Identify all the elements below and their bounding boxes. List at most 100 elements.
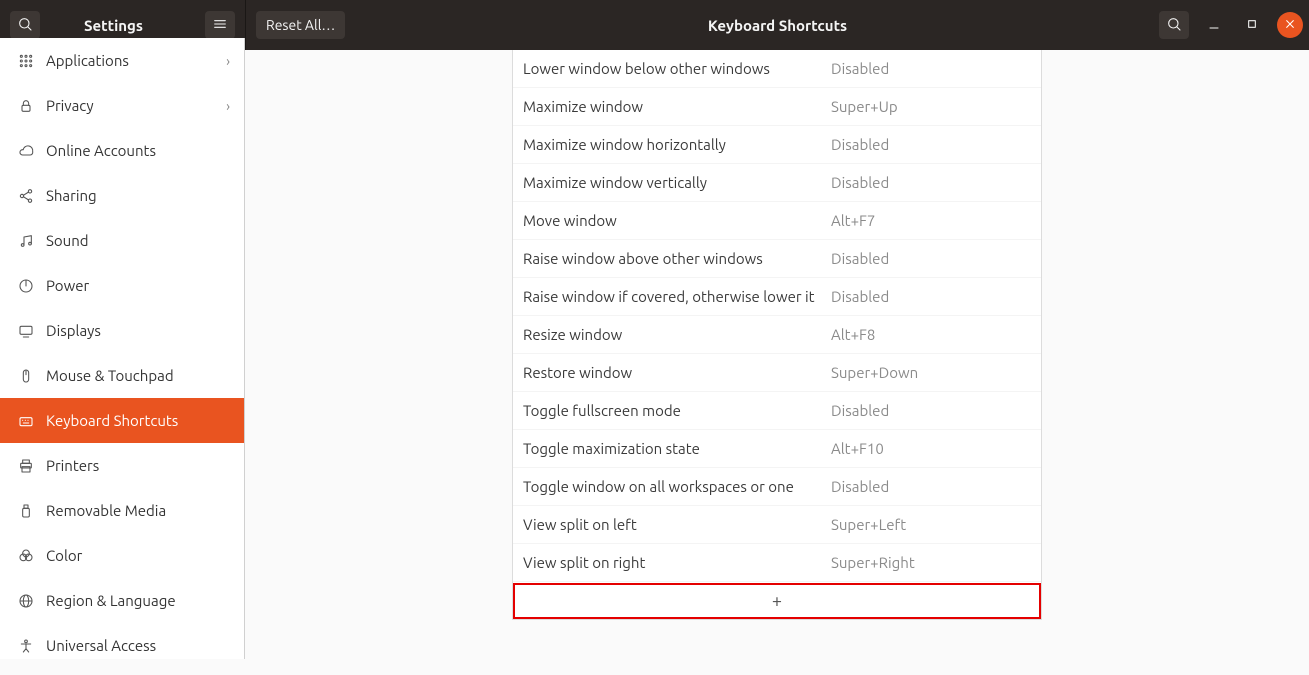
content-area: Lower window below other windowsDisabled… [245, 50, 1309, 659]
shortcut-keys: Alt+F7 [831, 212, 875, 229]
shortcut-name: Raise window if covered, otherwise lower… [523, 288, 831, 305]
page-title: Keyboard Shortcuts [708, 17, 847, 34]
shortcut-keys: Disabled [831, 402, 889, 419]
shortcut-row[interactable]: Resize windowAlt+F8 [513, 316, 1041, 354]
shortcut-keys: Super+Left [831, 516, 906, 533]
shortcut-name: Resize window [523, 326, 831, 343]
sidebar-item-online-accounts[interactable]: Online Accounts [0, 128, 244, 173]
sidebar-item-privacy[interactable]: Privacy › [0, 83, 244, 128]
shortcuts-panel: Lower window below other windowsDisabled… [512, 50, 1042, 620]
sidebar-item-power[interactable]: Power [0, 263, 244, 308]
sidebar-item-label: Keyboard Shortcuts [46, 412, 178, 429]
shortcut-name: View split on right [523, 554, 831, 571]
shortcut-row[interactable]: Restore windowSuper+Down [513, 354, 1041, 392]
sidebar-item-applications[interactable]: Applications› [0, 38, 244, 83]
sidebar-item-label: Privacy [46, 97, 94, 114]
sidebar-item-label: Universal Access [46, 637, 156, 654]
reset-all-label: Reset All… [266, 17, 335, 33]
search-icon [1166, 16, 1182, 35]
sidebar-item-label: Sound [46, 232, 89, 249]
power-icon [16, 278, 36, 294]
shortcut-row[interactable]: Lower window below other windowsDisabled [513, 50, 1041, 88]
sidebar-item-region-language[interactable]: Region & Language [0, 578, 244, 623]
color-icon [16, 548, 36, 564]
shortcut-keys: Disabled [831, 60, 889, 77]
shortcut-name: View split on left [523, 516, 831, 533]
sidebar-item-printers[interactable]: Printers [0, 443, 244, 488]
sidebar-item-label: Printers [46, 457, 99, 474]
usb-icon [16, 503, 36, 519]
access-icon [16, 638, 36, 654]
plus-icon: + [772, 591, 782, 611]
minimize-icon [1206, 16, 1222, 35]
shortcut-keys: Alt+F10 [831, 440, 884, 457]
globe-icon [16, 593, 36, 609]
shortcut-row[interactable]: Toggle window on all workspaces or oneDi… [513, 468, 1041, 506]
sidebar-item-mouse-touchpad[interactable]: Mouse & Touchpad [0, 353, 244, 398]
sidebar: Applications› Privacy › Online Accounts Shar… [0, 38, 245, 659]
sidebar-item-displays[interactable]: Displays [0, 308, 244, 353]
hamburger-icon [212, 16, 228, 35]
close-icon [1282, 16, 1298, 35]
hamburger-menu-button[interactable] [205, 11, 235, 39]
display-icon [16, 323, 36, 339]
sidebar-item-label: Sharing [46, 187, 97, 204]
search-button-right[interactable] [1159, 11, 1189, 39]
shortcut-name: Maximize window vertically [523, 174, 831, 191]
sidebar-item-label: Mouse & Touchpad [46, 367, 174, 384]
maximize-button[interactable] [1239, 12, 1265, 38]
shortcut-row[interactable]: Maximize windowSuper+Up [513, 88, 1041, 126]
shortcut-keys: Disabled [831, 250, 889, 267]
cloud-icon [16, 143, 36, 159]
settings-title: Settings [84, 17, 143, 34]
shortcut-row[interactable]: Move windowAlt+F7 [513, 202, 1041, 240]
shortcut-keys: Disabled [831, 136, 889, 153]
shortcut-name: Maximize window [523, 98, 831, 115]
shortcut-keys: Disabled [831, 288, 889, 305]
shortcut-row[interactable]: Maximize window verticallyDisabled [513, 164, 1041, 202]
shortcut-keys: Disabled [831, 478, 889, 495]
shortcut-row[interactable]: Raise window if covered, otherwise lower… [513, 278, 1041, 316]
shortcut-keys: Super+Up [831, 98, 898, 115]
sidebar-item-label: Region & Language [46, 592, 176, 609]
sidebar-item-keyboard-shortcuts[interactable]: Keyboard Shortcuts [0, 398, 244, 443]
add-shortcut-button[interactable]: + [513, 583, 1041, 619]
sidebar-item-label: Color [46, 547, 82, 564]
shortcut-name: Restore window [523, 364, 831, 381]
sidebar-item-sharing[interactable]: Sharing [0, 173, 244, 218]
lock-icon [16, 98, 36, 114]
sidebar-item-label: Power [46, 277, 89, 294]
sidebar-item-label: Applications [46, 52, 129, 69]
maximize-icon [1244, 16, 1260, 35]
shortcut-keys: Super+Right [831, 554, 915, 571]
chevron-right-icon: › [226, 98, 230, 114]
sidebar-item-label: Removable Media [46, 502, 166, 519]
shortcut-name: Move window [523, 212, 831, 229]
shortcut-name: Lower window below other windows [523, 60, 831, 77]
shortcut-row[interactable]: Maximize window horizontallyDisabled [513, 126, 1041, 164]
shortcut-name: Maximize window horizontally [523, 136, 831, 153]
shortcut-keys: Super+Down [831, 364, 918, 381]
minimize-button[interactable] [1201, 12, 1227, 38]
shortcut-row[interactable]: View split on leftSuper+Left [513, 506, 1041, 544]
shortcut-row[interactable]: View split on rightSuper+Right [513, 544, 1041, 582]
sidebar-item-universal-access[interactable]: Universal Access [0, 623, 244, 659]
search-button-left[interactable] [10, 11, 40, 39]
sidebar-item-color[interactable]: Color [0, 533, 244, 578]
search-icon [17, 16, 33, 35]
shortcut-name: Raise window above other windows [523, 250, 831, 267]
shortcut-row[interactable]: Toggle fullscreen modeDisabled [513, 392, 1041, 430]
shortcut-row[interactable]: Toggle maximization stateAlt+F10 [513, 430, 1041, 468]
main-area: Applications ›Privacy ›Online Accounts Shar… [0, 50, 1309, 659]
shortcut-name: Toggle window on all workspaces or one [523, 478, 831, 495]
shortcut-name: Toggle fullscreen mode [523, 402, 831, 419]
shortcut-row[interactable]: Raise window above other windowsDisabled [513, 240, 1041, 278]
sidebar-item-removable-media[interactable]: Removable Media [0, 488, 244, 533]
reset-all-button[interactable]: Reset All… [256, 11, 345, 39]
keyboard-icon [16, 413, 36, 429]
shortcut-name: Toggle maximization state [523, 440, 831, 457]
sidebar-item-label: Displays [46, 322, 101, 339]
close-button[interactable] [1277, 12, 1303, 38]
share-icon [16, 188, 36, 204]
sidebar-item-sound[interactable]: Sound [0, 218, 244, 263]
